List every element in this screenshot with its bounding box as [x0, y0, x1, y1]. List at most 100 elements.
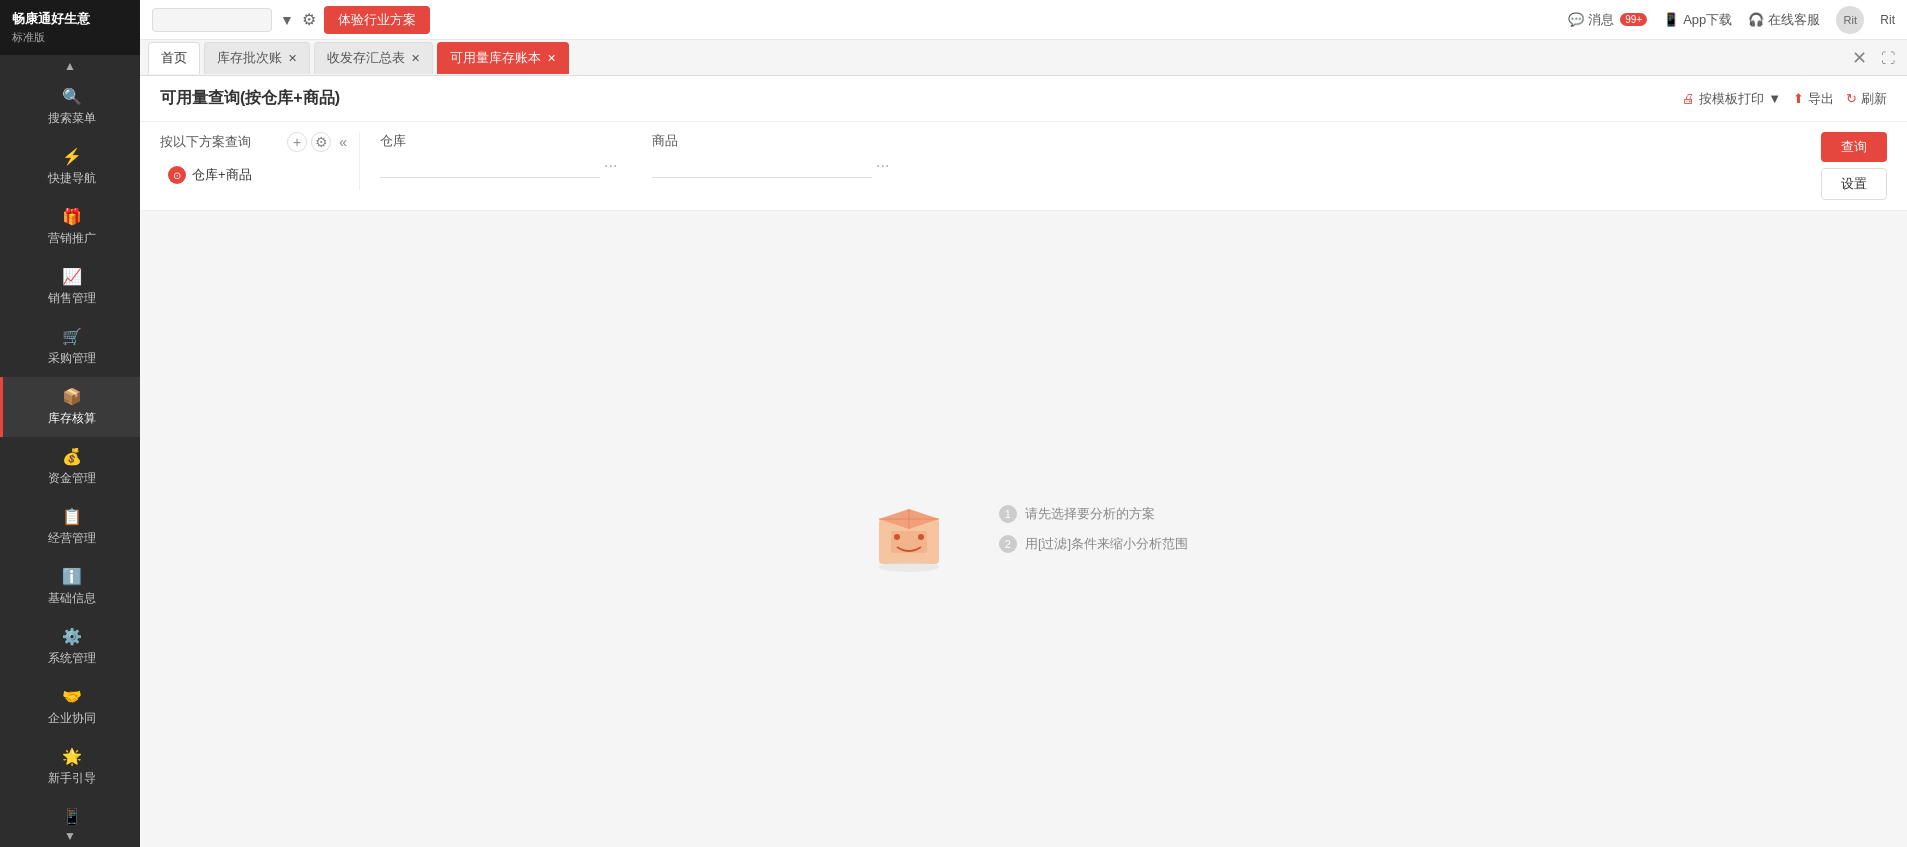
empty-state: 1 请先选择要分析的方案 2 用[过滤]条件来缩小分析范围: [140, 211, 1907, 847]
tab-receipt-summary[interactable]: 收发存汇总表 ✕: [314, 42, 433, 74]
sidebar-item-label: 营销推广: [48, 230, 96, 247]
tab-available-ledger[interactable]: 可用量库存账本 ✕: [437, 42, 569, 74]
app-download-button[interactable]: 📱 App下载: [1663, 11, 1732, 29]
scheme-header-label: 按以下方案查询: [160, 133, 251, 151]
cart-icon: 🛒: [62, 327, 82, 346]
sidebar-item-label: 经营管理: [48, 530, 96, 547]
add-scheme-button[interactable]: +: [287, 132, 307, 152]
app-name: 畅康通好生意: [12, 10, 128, 28]
tip-num-1: 1: [999, 505, 1017, 523]
sidebar-item-app-center[interactable]: 📱 应用中心: [0, 797, 140, 825]
topbar-search-input[interactable]: [152, 8, 272, 32]
tab-home[interactable]: 首页: [148, 42, 200, 74]
dropdown-icon[interactable]: ▼: [280, 12, 294, 28]
tab-available-ledger-close[interactable]: ✕: [547, 52, 556, 65]
warehouse-input[interactable]: [380, 154, 600, 178]
goods-input-row: ···: [652, 154, 912, 178]
scheme-item-warehouse-goods[interactable]: ⊙ 仓库+商品: [160, 160, 347, 190]
settings-scheme-button[interactable]: ⚙: [311, 132, 331, 152]
sidebar-item-basic-info[interactable]: ℹ️ 基础信息: [0, 557, 140, 617]
handshake-icon: 🤝: [62, 687, 82, 706]
scheme-header: 按以下方案查询 + ⚙ «: [160, 132, 347, 152]
gift-icon: 🎁: [62, 207, 82, 226]
svg-point-7: [879, 562, 939, 572]
tabbar-expand-button[interactable]: ⛶: [1877, 50, 1899, 66]
svg-point-6: [918, 534, 924, 540]
scheme-item-label: 仓库+商品: [192, 166, 252, 184]
export-icon: ⬆: [1793, 91, 1804, 106]
goods-field: 商品 ···: [652, 132, 912, 178]
goods-label: 商品: [652, 132, 912, 150]
refresh-button[interactable]: ↻ 刷新: [1846, 90, 1887, 108]
sidebar-item-label: 快捷导航: [48, 170, 96, 187]
star-icon: 🌟: [62, 747, 82, 766]
goods-input[interactable]: [652, 154, 872, 178]
page-title: 可用量查询(按仓库+商品): [160, 88, 340, 109]
print-button[interactable]: 🖨 按模板打印 ▼: [1682, 90, 1781, 108]
avatar: Rit: [1836, 6, 1864, 34]
svg-point-5: [894, 534, 900, 540]
goods-more-icon[interactable]: ···: [876, 157, 889, 175]
tab-batch-ledger[interactable]: 库存批次账 ✕: [204, 42, 310, 74]
trial-button[interactable]: 体验行业方案: [324, 6, 430, 34]
tab-batch-ledger-close[interactable]: ✕: [288, 52, 297, 65]
query-button[interactable]: 查询: [1821, 132, 1887, 162]
sidebar-item-purchase[interactable]: 🛒 采购管理: [0, 317, 140, 377]
sidebar-item-label: 销售管理: [48, 290, 96, 307]
sidebar-item-operation[interactable]: 📋 经营管理: [0, 497, 140, 557]
sidebar-scroll-up[interactable]: ▲: [0, 55, 140, 77]
sidebar-item-marketing[interactable]: 🎁 营销推广: [0, 197, 140, 257]
warehouse-field: 仓库 ···: [380, 132, 640, 178]
version-badge: 标准版: [12, 30, 128, 45]
print-dropdown-icon[interactable]: ▼: [1768, 91, 1781, 106]
empty-state-content: 1 请先选择要分析的方案 2 用[过滤]条件来缩小分析范围: [859, 479, 1188, 579]
search-icon: 🔍: [62, 87, 82, 106]
tab-receipt-summary-label: 收发存汇总表: [327, 49, 405, 67]
settings-icon[interactable]: ⚙: [302, 10, 316, 29]
content-area: 可用量查询(按仓库+商品) 🖨 按模板打印 ▼ ⬆ 导出 ↻ 刷新: [140, 76, 1907, 847]
refresh-label: 刷新: [1861, 90, 1887, 108]
collapse-scheme-button[interactable]: «: [339, 134, 347, 150]
sidebar-item-enterprise[interactable]: 🤝 企业协同: [0, 677, 140, 737]
sidebar-scroll-down[interactable]: ▼: [0, 825, 140, 847]
sidebar-item-label: 采购管理: [48, 350, 96, 367]
message-badge: 99+: [1620, 13, 1647, 26]
warehouse-input-row: ···: [380, 154, 640, 178]
query-actions: 查询 设置: [1809, 132, 1887, 200]
sidebar-item-guide[interactable]: 🌟 新手引导: [0, 737, 140, 797]
sidebar-item-system[interactable]: ⚙️ 系统管理: [0, 617, 140, 677]
message-button[interactable]: 💬 消息 99+: [1568, 11, 1647, 29]
tab-available-ledger-label: 可用量库存账本: [450, 49, 541, 67]
clipboard-icon: 📋: [62, 507, 82, 526]
filter-fields: 仓库 ··· 商品 ···: [360, 132, 1809, 178]
empty-tip-1: 1 请先选择要分析的方案: [999, 505, 1188, 523]
tip-text-1: 请先选择要分析的方案: [1025, 505, 1155, 523]
scheme-header-actions: + ⚙ «: [287, 132, 347, 152]
filter-settings-button[interactable]: 设置: [1821, 168, 1887, 200]
filter-panel: 按以下方案查询 + ⚙ « ⊙ 仓库+商品 仓库 ·: [140, 122, 1907, 211]
main-area: ▼ ⚙ 体验行业方案 💬 消息 99+ 📱 App下载 🎧 在线客服 Rit R…: [140, 0, 1907, 847]
tabbar-close-button[interactable]: ✕: [1846, 47, 1873, 69]
chart-icon: 📈: [62, 267, 82, 286]
sidebar-item-search[interactable]: 🔍 搜索菜单: [0, 77, 140, 137]
sidebar-item-shortcut[interactable]: ⚡ 快捷导航: [0, 137, 140, 197]
online-service-label: 在线客服: [1768, 11, 1820, 29]
money-icon: 💰: [62, 447, 82, 466]
sidebar-item-sales[interactable]: 📈 销售管理: [0, 257, 140, 317]
sidebar-item-label: 新手引导: [48, 770, 96, 787]
print-icon: 🖨: [1682, 91, 1695, 106]
empty-tip-2: 2 用[过滤]条件来缩小分析范围: [999, 535, 1188, 553]
tab-receipt-summary-close[interactable]: ✕: [411, 52, 420, 65]
online-service-button[interactable]: 🎧 在线客服: [1748, 11, 1820, 29]
message-label: 消息: [1588, 11, 1614, 29]
sidebar-item-finance[interactable]: 💰 资金管理: [0, 437, 140, 497]
download-icon: 📱: [1663, 12, 1679, 27]
service-icon: 🎧: [1748, 12, 1764, 27]
page-header: 可用量查询(按仓库+商品) 🖨 按模板打印 ▼ ⬆ 导出 ↻ 刷新: [140, 76, 1907, 122]
message-icon: 💬: [1568, 12, 1584, 27]
scheme-item-icon: ⊙: [168, 166, 186, 184]
sidebar-item-inventory[interactable]: 📦 库存核算: [0, 377, 140, 437]
export-button[interactable]: ⬆ 导出: [1793, 90, 1834, 108]
warehouse-more-icon[interactable]: ···: [604, 157, 617, 175]
sidebar-item-label: 资金管理: [48, 470, 96, 487]
